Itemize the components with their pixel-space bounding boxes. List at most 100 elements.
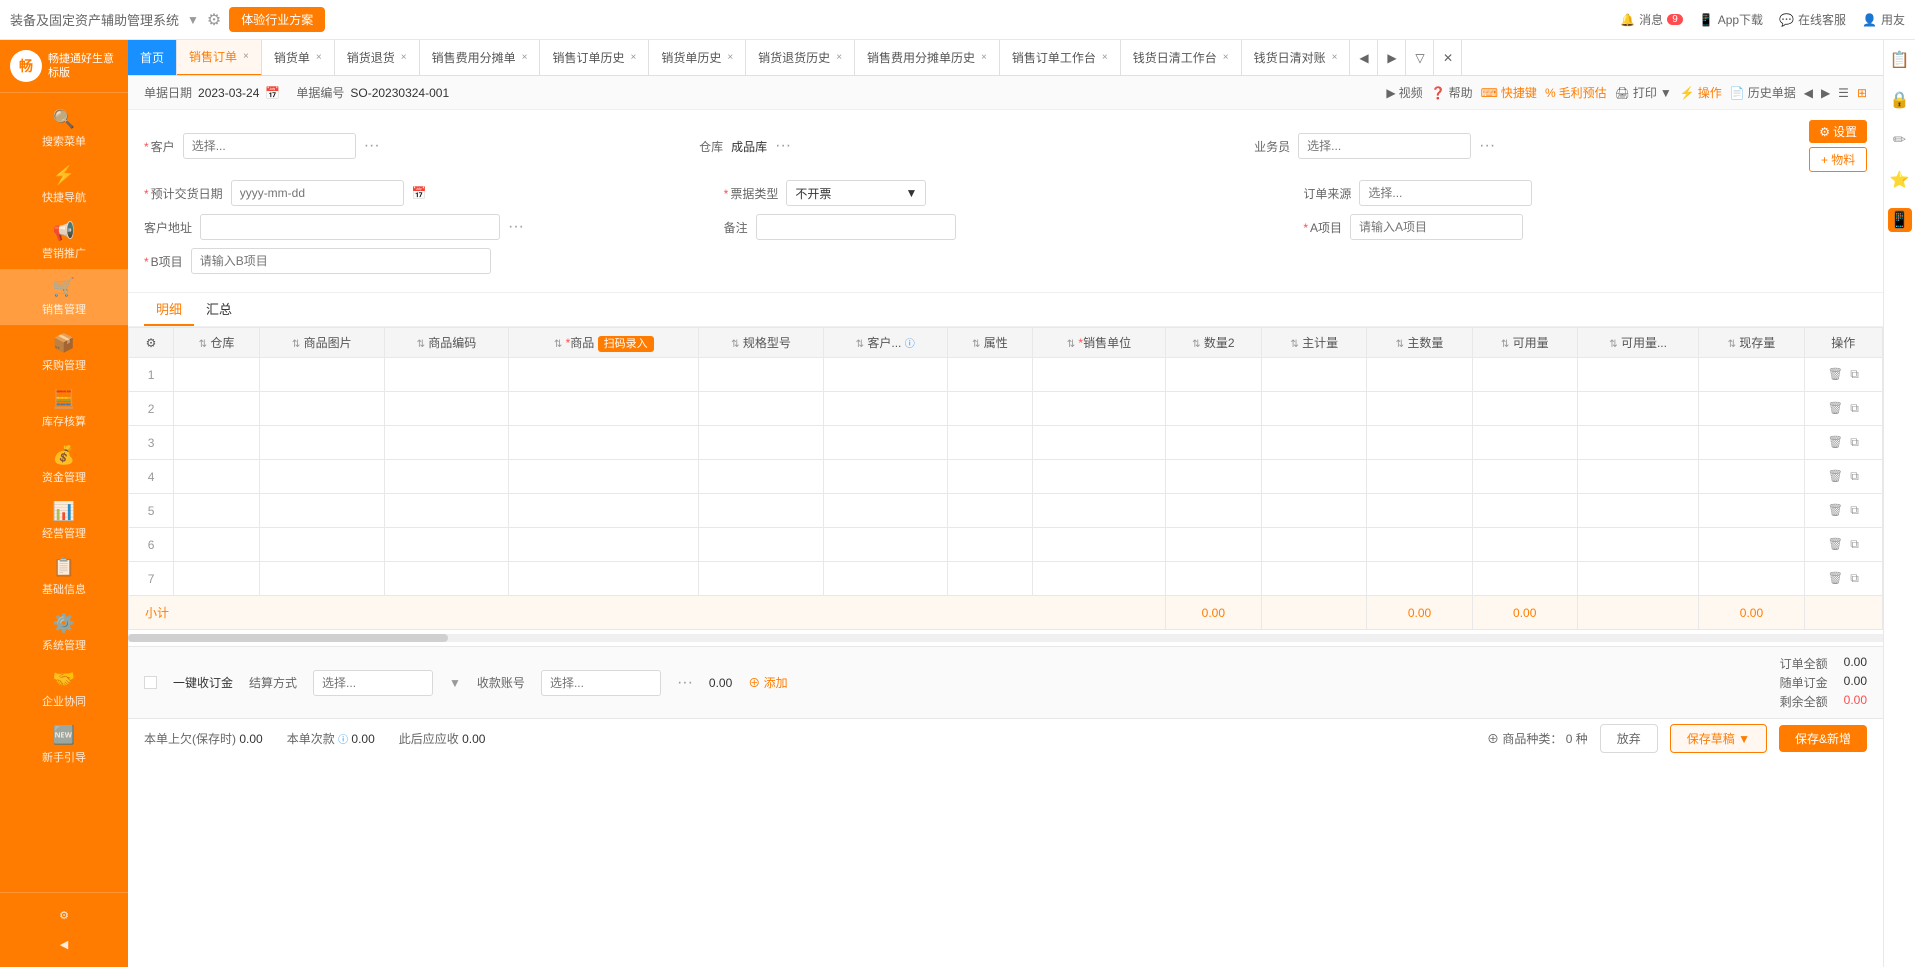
cell-spec-3[interactable] — [699, 426, 824, 460]
right-panel-icon-2[interactable]: 🔒 — [1888, 88, 1912, 112]
cell-customer-code-2[interactable] — [823, 392, 947, 426]
settlement-input[interactable] — [313, 670, 433, 696]
delete-icon[interactable]: 🗑 — [1828, 469, 1843, 483]
cell-avail-3[interactable] — [1472, 426, 1577, 460]
message-btn[interactable]: 🔔 消息 9 — [1620, 11, 1683, 28]
horizontal-scrollbar[interactable] — [128, 634, 1883, 642]
a-project-input[interactable] — [1350, 214, 1523, 240]
cell-image-7[interactable] — [259, 562, 384, 596]
cell-image-2[interactable] — [259, 392, 384, 426]
sidebar-item-quicknav[interactable]: ⚡ 快捷导航 — [0, 157, 128, 213]
delete-icon[interactable]: 🗑 — [1828, 367, 1843, 381]
th-customer-code[interactable]: ⇅ 客户... ⓘ — [823, 328, 947, 358]
th-main-qty[interactable]: ⇅ 主数量 — [1367, 328, 1472, 358]
sidebar-item-guide[interactable]: 🆕 新手引导 — [0, 717, 128, 773]
calendar-icon[interactable]: 📅 — [265, 86, 280, 100]
delete-icon[interactable]: 🗑 — [1828, 537, 1843, 551]
cell-product-7[interactable] — [509, 562, 699, 596]
cell-product-2[interactable] — [509, 392, 699, 426]
cell-stock-5[interactable] — [1699, 494, 1804, 528]
tab-close-sales-order[interactable]: × — [243, 51, 249, 62]
account-input[interactable] — [541, 670, 661, 696]
cell-stock-1[interactable] — [1699, 358, 1804, 392]
preview-btn[interactable]: ▶ 视频 — [1386, 84, 1422, 101]
invoice-type-select[interactable]: 不开票 ▼ — [786, 180, 926, 206]
cell-unit-7[interactable] — [1033, 562, 1165, 596]
cell-qty2-6[interactable] — [1165, 528, 1262, 562]
print-dropdown-icon[interactable]: ▼ — [1660, 86, 1672, 100]
th-spec[interactable]: ⇅ 规格型号 — [699, 328, 824, 358]
th-sales-unit[interactable]: ⇅ *销售单位 — [1033, 328, 1165, 358]
warehouse-dots[interactable]: ··· — [775, 137, 791, 155]
cell-product-4[interactable] — [509, 460, 699, 494]
cell-code-2[interactable] — [384, 392, 509, 426]
cell-main-unit-3[interactable] — [1262, 426, 1367, 460]
cell-warehouse-5[interactable] — [174, 494, 260, 528]
tab-order-history[interactable]: 销售订单历史 × — [540, 40, 649, 76]
cell-stock-2[interactable] — [1699, 392, 1804, 426]
th-qty2[interactable]: ⇅ 数量2 — [1165, 328, 1262, 358]
cell-avail2-1[interactable] — [1577, 358, 1698, 392]
th-available2[interactable]: ⇅ 可用量... — [1577, 328, 1698, 358]
cell-main-unit-2[interactable] — [1262, 392, 1367, 426]
cell-unit-2[interactable] — [1033, 392, 1165, 426]
cell-warehouse-3[interactable] — [174, 426, 260, 460]
cell-spec-2[interactable] — [699, 392, 824, 426]
cell-qty2-4[interactable] — [1165, 460, 1262, 494]
tab-close-cash-workbench[interactable]: × — [1223, 52, 1229, 63]
tab-home[interactable]: 首页 — [128, 40, 177, 76]
cell-avail2-7[interactable] — [1577, 562, 1698, 596]
cell-warehouse-4[interactable] — [174, 460, 260, 494]
address-dots[interactable]: ··· — [508, 218, 524, 236]
tab-close-cash-reconcile[interactable]: × — [1332, 52, 1338, 63]
delete-icon[interactable]: 🗑 — [1828, 401, 1843, 415]
cell-code-4[interactable] — [384, 460, 509, 494]
cell-actions-2[interactable]: 🗑 ⧉ — [1804, 392, 1882, 426]
cell-qty2-5[interactable] — [1165, 494, 1262, 528]
add-material-btn[interactable]: + 物料 — [1809, 147, 1867, 172]
customer-input[interactable] — [183, 133, 356, 159]
cell-avail2-4[interactable] — [1577, 460, 1698, 494]
cell-actions-4[interactable]: 🗑 ⧉ — [1804, 460, 1882, 494]
cell-avail-4[interactable] — [1472, 460, 1577, 494]
cell-code-6[interactable] — [384, 528, 509, 562]
tab-cash-reconcile[interactable]: 钱货日清对账 × — [1242, 40, 1351, 76]
tab-close-all-btn[interactable]: ✕ — [1434, 40, 1462, 76]
settlement-dropdown-icon[interactable]: ▼ — [449, 676, 461, 690]
right-panel-icon-4[interactable]: ⭐ — [1888, 168, 1912, 192]
list-view-btn[interactable]: ☰ — [1838, 86, 1849, 100]
cell-attr-4[interactable] — [947, 460, 1033, 494]
save-new-btn[interactable]: 保存&新增 — [1779, 725, 1867, 752]
scan-btn[interactable]: 扫码录入 — [598, 336, 654, 352]
cell-image-5[interactable] — [259, 494, 384, 528]
th-warehouse[interactable]: ⇅ 仓库 — [174, 328, 260, 358]
staff-dots[interactable]: ··· — [1479, 137, 1495, 155]
tab-return-history[interactable]: 销货单历史 × — [649, 40, 746, 76]
tab-fee-history[interactable]: 销售费用分摊单历史 × — [855, 40, 1000, 76]
address-input[interactable] — [200, 214, 500, 240]
tab-close-fee-history[interactable]: × — [981, 52, 987, 63]
settings-btn[interactable]: ⚙ 设置 — [1809, 120, 1867, 143]
cell-spec-5[interactable] — [699, 494, 824, 528]
sidebar-item-operations[interactable]: 📊 经营管理 — [0, 493, 128, 549]
cell-actions-1[interactable]: 🗑 ⧉ — [1804, 358, 1882, 392]
tab-sales-order[interactable]: 销售订单 × — [177, 40, 262, 76]
th-product-name[interactable]: ⇅ *商品 扫码录入 — [509, 328, 699, 358]
sidebar-item-search[interactable]: 🔍 搜索菜单 — [0, 101, 128, 157]
cell-spec-6[interactable] — [699, 528, 824, 562]
tab-more-btn[interactable]: ▽ — [1406, 40, 1434, 76]
copy-icon[interactable]: ⧉ — [1850, 401, 1859, 415]
cell-actions-7[interactable]: 🗑 ⧉ — [1804, 562, 1882, 596]
cell-attr-3[interactable] — [947, 426, 1033, 460]
tab-summary[interactable]: 汇总 — [194, 293, 244, 326]
cell-actions-6[interactable]: 🗑 ⧉ — [1804, 528, 1882, 562]
tab-cash-workbench[interactable]: 钱货日清工作台 × — [1121, 40, 1242, 76]
cell-main-qty-1[interactable] — [1367, 358, 1472, 392]
tab-refund-history[interactable]: 销货退货历史 × — [746, 40, 855, 76]
sidebar-item-system[interactable]: ⚙️ 系统管理 — [0, 605, 128, 661]
delete-icon[interactable]: 🗑 — [1828, 435, 1843, 449]
cell-warehouse-7[interactable] — [174, 562, 260, 596]
cell-qty2-7[interactable] — [1165, 562, 1262, 596]
th-product-image[interactable]: ⇅ 商品图片 — [259, 328, 384, 358]
b-project-input[interactable] — [191, 248, 491, 274]
